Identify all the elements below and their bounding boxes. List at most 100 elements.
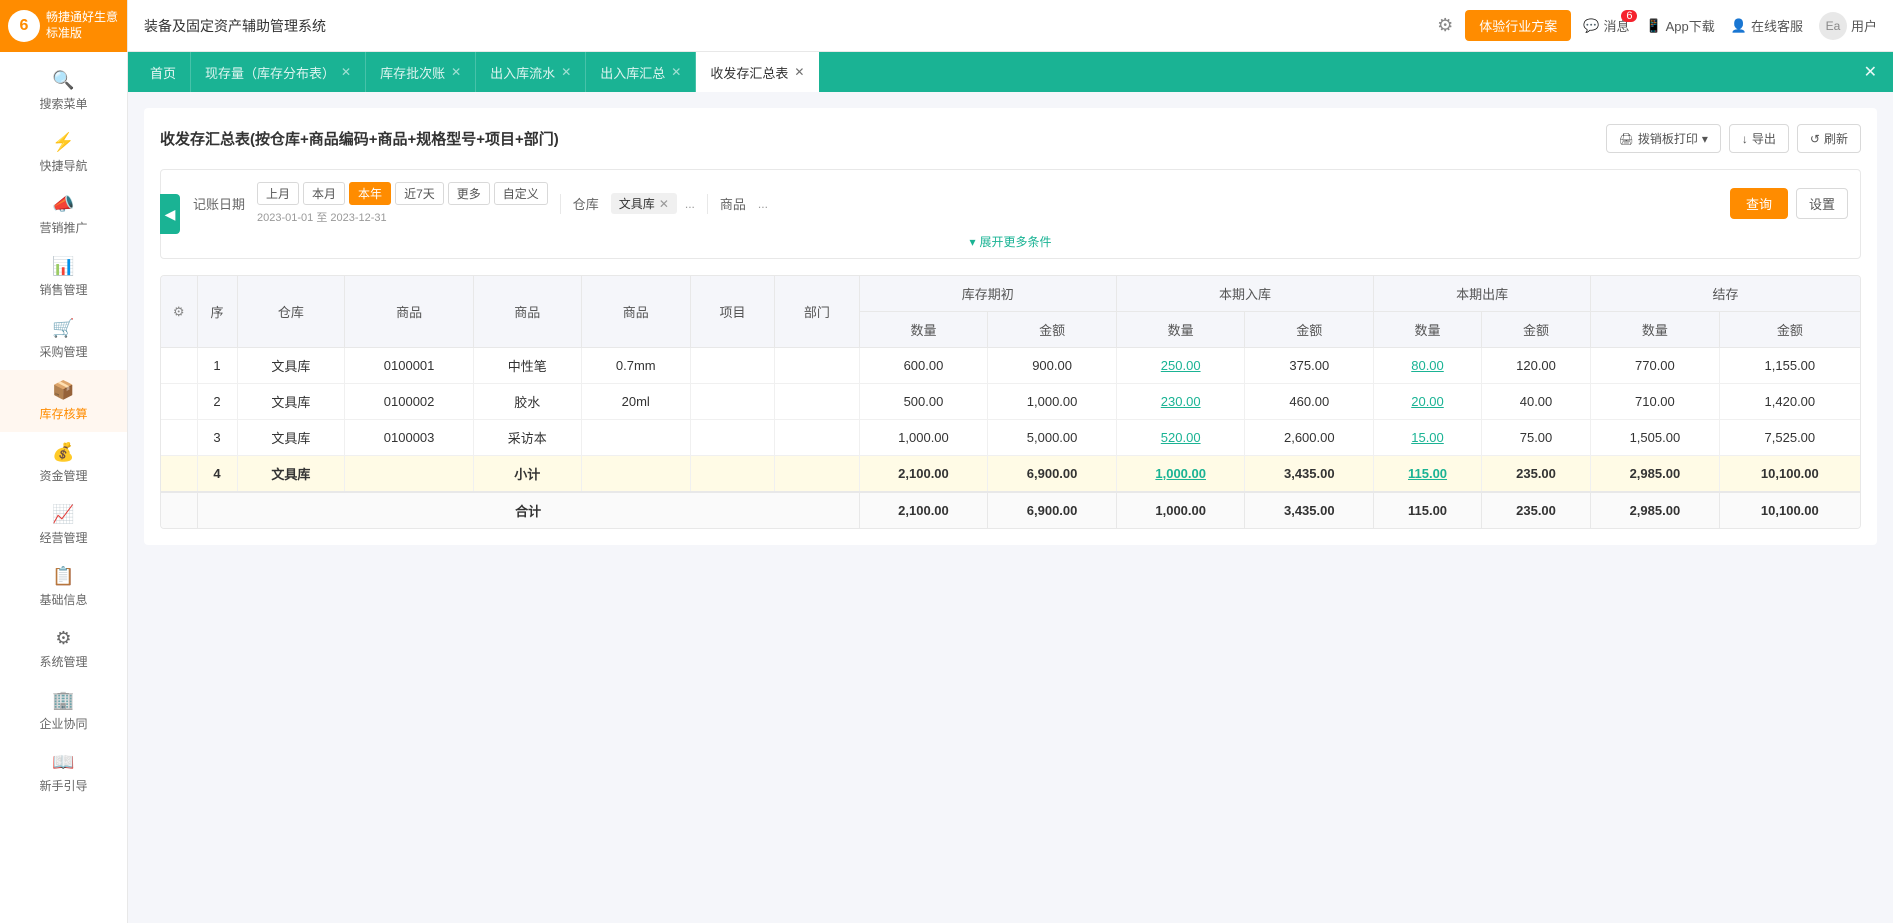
row-in-amt: 375.00 bbox=[1245, 348, 1374, 384]
row-project bbox=[690, 348, 774, 384]
tab-label-inout-flow: 出入库流水 bbox=[490, 63, 555, 82]
warehouse-tag-close[interactable]: ✕ bbox=[659, 197, 669, 211]
row-out-qty[interactable]: 80.00 bbox=[1374, 348, 1482, 384]
warehouse-more[interactable]: ... bbox=[685, 197, 695, 211]
goods-more[interactable]: ... bbox=[758, 197, 768, 211]
warehouse-tag[interactable]: 文具库 ✕ bbox=[611, 193, 677, 214]
row-settings[interactable] bbox=[161, 384, 197, 420]
date-custom[interactable]: 自定义 bbox=[494, 182, 548, 205]
system-icon: ⚙ bbox=[55, 628, 71, 649]
sidebar-item-label-marketing: 营销推广 bbox=[39, 219, 87, 236]
sidebar-item-operation[interactable]: 📈 经营管理 bbox=[0, 494, 127, 556]
tab-home[interactable]: 首页 bbox=[136, 52, 191, 92]
topbar: 装备及固定资产辅助管理系统 ⚙ 体验行业方案 💬 消息 6 📱 App下载 👤 … bbox=[128, 0, 1893, 52]
tab-label-home: 首页 bbox=[150, 63, 176, 82]
tab-close-inout-flow[interactable]: ✕ bbox=[561, 65, 571, 79]
sidebar-item-finance[interactable]: 💰 资金管理 bbox=[0, 432, 127, 494]
enterprise-icon: 🏢 bbox=[52, 690, 74, 711]
tab-close-batch[interactable]: ✕ bbox=[451, 65, 461, 79]
row-bal-amt: 1,155.00 bbox=[1719, 348, 1860, 384]
sidebar-item-guide[interactable]: 📖 新手引导 bbox=[0, 742, 127, 804]
settings-icon[interactable]: ⚙ bbox=[1437, 15, 1453, 36]
close-all-tabs[interactable]: ✕ bbox=[1856, 58, 1885, 86]
export-button[interactable]: ↓ 导出 bbox=[1729, 124, 1789, 153]
tab-close-inout-summary[interactable]: ✕ bbox=[671, 65, 681, 79]
expand-conditions-button[interactable]: ▾ 展开更多条件 bbox=[969, 233, 1051, 250]
app-download-button[interactable]: 📱 App下载 bbox=[1645, 16, 1714, 35]
guide-icon: 📖 bbox=[52, 752, 74, 773]
tab-close-stock-dist[interactable]: ✕ bbox=[341, 65, 351, 79]
filter-settings-button[interactable]: 设置 bbox=[1796, 188, 1848, 219]
message-button[interactable]: 💬 消息 6 bbox=[1583, 16, 1629, 35]
user-avatar: Ea bbox=[1819, 12, 1847, 40]
sidebar-item-inventory[interactable]: 📦 库存核算 bbox=[0, 370, 127, 432]
row-open-amt: 6,900.00 bbox=[988, 456, 1117, 493]
row-name: 中性笔 bbox=[473, 348, 581, 384]
sidebar-item-enterprise[interactable]: 🏢 企业协同 bbox=[0, 680, 127, 742]
row-open-amt: 5,000.00 bbox=[988, 420, 1117, 456]
tab-inout-flow[interactable]: 出入库流水 ✕ bbox=[476, 52, 586, 92]
sidebar-item-search[interactable]: 🔍 搜索菜单 bbox=[0, 60, 127, 122]
col-spec-header: 商品 bbox=[581, 276, 690, 348]
tab-batch[interactable]: 库存批次账 ✕ bbox=[366, 52, 476, 92]
row-in-amt: 3,435.00 bbox=[1245, 456, 1374, 493]
tab-label-batch: 库存批次账 bbox=[380, 63, 445, 82]
date-last-month[interactable]: 上月 bbox=[257, 182, 299, 205]
trial-button[interactable]: 体验行业方案 bbox=[1465, 10, 1571, 41]
filter-divider1 bbox=[560, 194, 561, 214]
print-button[interactable]: 🖨 拨销板打印 ▾ bbox=[1606, 124, 1721, 153]
sidebar-item-label-operation: 经营管理 bbox=[39, 529, 87, 546]
inventory-icon: 📦 bbox=[52, 380, 74, 401]
col-bal-qty-header: 数量 bbox=[1591, 312, 1720, 348]
row-dept bbox=[775, 456, 859, 493]
sidebar-item-label-sales: 销售管理 bbox=[39, 281, 87, 298]
tab-recv-send[interactable]: 收发存汇总表✕ bbox=[696, 52, 819, 92]
expand-row: ▾ 展开更多条件 bbox=[173, 233, 1848, 250]
row-out-qty[interactable]: 15.00 bbox=[1374, 420, 1482, 456]
row-settings[interactable] bbox=[161, 348, 197, 384]
query-button[interactable]: 查询 bbox=[1730, 188, 1788, 219]
filter-toggle[interactable]: ◀ bbox=[160, 194, 180, 234]
system-title: 装备及固定资产辅助管理系统 bbox=[144, 16, 1425, 36]
row-dept bbox=[775, 348, 859, 384]
sidebar-item-marketing[interactable]: 📣 营销推广 bbox=[0, 184, 127, 246]
tab-inout-summary[interactable]: 出入库汇总✕ bbox=[586, 52, 696, 92]
row-code bbox=[345, 456, 474, 493]
sidebar-item-basic[interactable]: 📋 基础信息 bbox=[0, 556, 127, 618]
user-menu[interactable]: Ea 用户 bbox=[1819, 12, 1877, 40]
row-in-qty[interactable]: 1,000.00 bbox=[1116, 456, 1245, 493]
sidebar-item-system[interactable]: ⚙ 系统管理 bbox=[0, 618, 127, 680]
row-out-qty[interactable]: 20.00 bbox=[1374, 384, 1482, 420]
footer-in-amt: 3,435.00 bbox=[1245, 492, 1374, 528]
row-spec bbox=[581, 456, 690, 493]
row-in-qty[interactable]: 250.00 bbox=[1116, 348, 1245, 384]
col-warehouse-header: 仓库 bbox=[237, 276, 345, 348]
tab-close-recv-send[interactable]: ✕ bbox=[794, 65, 804, 79]
date-7days[interactable]: 近7天 bbox=[395, 182, 444, 205]
sidebar-item-sales[interactable]: 📊 销售管理 bbox=[0, 246, 127, 308]
row-in-qty[interactable]: 520.00 bbox=[1116, 420, 1245, 456]
row-project bbox=[690, 420, 774, 456]
sidebar-item-purchase[interactable]: 🛒 采购管理 bbox=[0, 308, 127, 370]
sidebar-item-quick[interactable]: ⚡ 快捷导航 bbox=[0, 122, 127, 184]
logo-icon: 6 bbox=[8, 10, 40, 42]
content-area: 收发存汇总表(按仓库+商品编码+商品+规格型号+项目+部门) 🖨 拨销板打印 ▾… bbox=[128, 92, 1893, 923]
col-balance-header: 结存 bbox=[1591, 276, 1860, 312]
table-row: 1 文具库 0100001 中性笔 0.7mm 600.00 900.00 25… bbox=[161, 348, 1860, 384]
row-settings[interactable] bbox=[161, 420, 197, 456]
tab-stock-dist[interactable]: 现存量（库存分布表）✕ bbox=[191, 52, 366, 92]
footer-out-amt: 235.00 bbox=[1481, 492, 1590, 528]
table-footer-row: 合计 2,100.00 6,900.00 1,000.00 3,435.00 1… bbox=[161, 492, 1860, 528]
sidebar-item-label-purchase: 采购管理 bbox=[39, 343, 87, 360]
row-in-qty[interactable]: 230.00 bbox=[1116, 384, 1245, 420]
date-more[interactable]: 更多 bbox=[448, 182, 490, 205]
row-settings[interactable] bbox=[161, 456, 197, 493]
row-out-qty[interactable]: 115.00 bbox=[1374, 456, 1482, 493]
date-this-year[interactable]: 本年 bbox=[349, 182, 391, 205]
refresh-button[interactable]: ↺ 刷新 bbox=[1797, 124, 1861, 153]
col-in-header: 本期入库 bbox=[1116, 276, 1373, 312]
date-this-month[interactable]: 本月 bbox=[303, 182, 345, 205]
online-service-button[interactable]: 👤 在线客服 bbox=[1731, 16, 1803, 35]
phone-icon: 📱 bbox=[1645, 18, 1661, 34]
col-settings-header[interactable]: ⚙ bbox=[161, 276, 197, 348]
